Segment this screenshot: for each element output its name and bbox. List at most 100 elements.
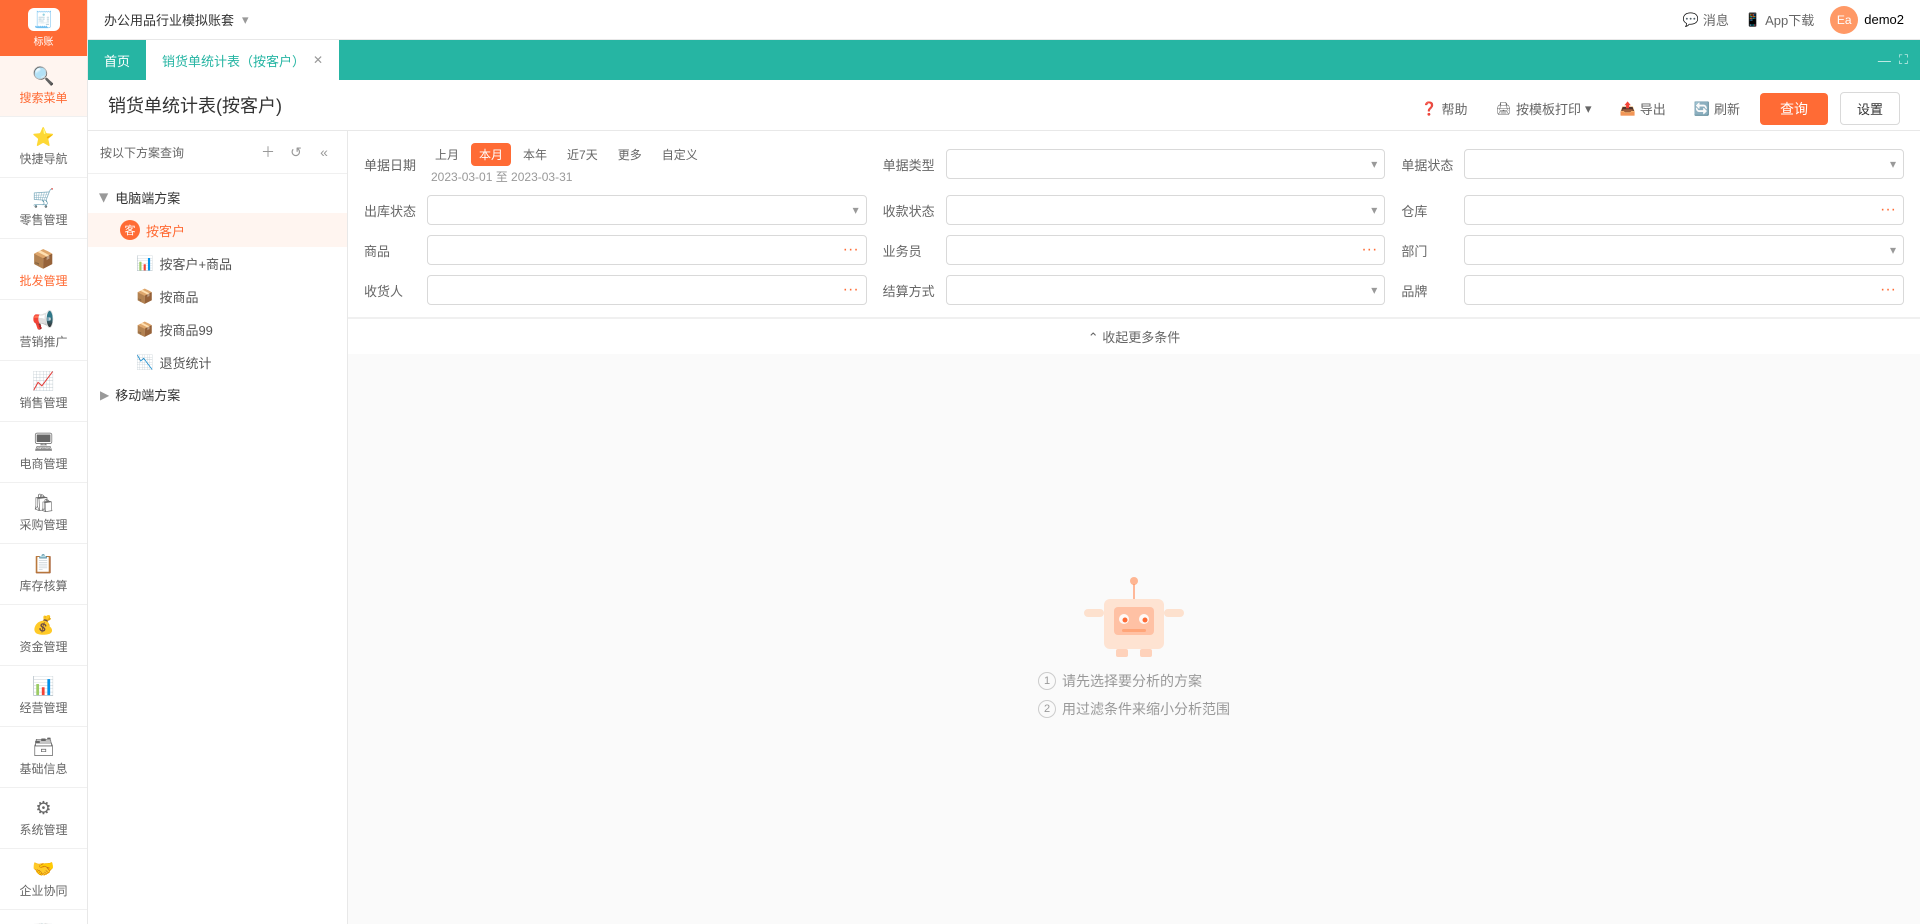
staff-input[interactable] xyxy=(946,235,1386,265)
staff-dots[interactable]: ··· xyxy=(1361,241,1377,259)
tree-group-mobile[interactable]: ▶ 移动端方案 xyxy=(88,379,347,410)
tree-item-return-stats[interactable]: 📉 退货统计 xyxy=(88,346,347,379)
sidebar-item-cooperation[interactable]: 🤝 企业协同 xyxy=(0,849,87,910)
brand-input[interactable] xyxy=(1464,275,1904,305)
add-scheme-btn[interactable]: ＋ xyxy=(257,141,279,163)
ecommerce-icon: 🖥 xyxy=(32,432,55,453)
user-avatar-area[interactable]: Ea demo2 xyxy=(1830,6,1904,34)
sidebar-item-ecommerce[interactable]: 🖥 电商管理 xyxy=(0,422,87,483)
date-tab-this-month[interactable]: 本月 xyxy=(471,143,511,166)
goods-dots[interactable]: ··· xyxy=(843,241,859,259)
print-icon: 🖨 xyxy=(1496,101,1513,117)
payment-status-select[interactable] xyxy=(946,195,1386,225)
download-icon: 📱 xyxy=(1745,12,1761,28)
receiver-dots[interactable]: ··· xyxy=(843,281,859,299)
settlement-wrapper xyxy=(946,275,1386,305)
minimize-icon[interactable]: — xyxy=(1878,53,1891,68)
retail-icon: 🛒 xyxy=(32,188,54,209)
warehouse-input[interactable] xyxy=(1464,195,1904,225)
empty-illustration xyxy=(1074,559,1194,659)
tab-close-icon[interactable]: ✕ xyxy=(313,53,323,67)
print-dropdown-icon: ▾ xyxy=(1585,101,1592,117)
sidebar-item-label: 零售管理 xyxy=(19,211,67,228)
app-download-btn[interactable]: 📱 App下载 xyxy=(1745,10,1814,29)
order-status-cell: 单据状态 xyxy=(1401,143,1904,185)
sidebar-item-inventory[interactable]: 📋 库存核算 xyxy=(0,544,87,605)
star-icon: ⭐ xyxy=(32,127,54,148)
out-status-wrapper xyxy=(427,195,867,225)
message-icon: 💬 xyxy=(1683,12,1699,28)
date-tab-last-month[interactable]: 上月 xyxy=(427,143,467,166)
sidebar-item-retail[interactable]: 🛒 零售管理 xyxy=(0,178,87,239)
sidebar-item-marketing[interactable]: 📢 营销推广 xyxy=(0,300,87,361)
receiver-input[interactable] xyxy=(427,275,867,305)
industry-dropdown-icon[interactable]: ▾ xyxy=(242,12,249,28)
filter-area: 单据日期 上月 本月 本年 近7天 更多 自定义 20 xyxy=(348,131,1920,318)
date-tab-this-year[interactable]: 本年 xyxy=(515,143,555,166)
receiver-cell: 收货人 ··· xyxy=(364,275,867,305)
sidebar-item-finance[interactable]: 💰 资金管理 xyxy=(0,605,87,666)
sidebar-item-basics[interactable]: 🗃 基础信息 xyxy=(0,727,87,788)
goods-input[interactable] xyxy=(427,235,867,265)
tree-item-by-customer[interactable]: 客 按客户 xyxy=(88,213,347,247)
date-range-text: 2023-03-01 至 2023-03-31 xyxy=(431,168,867,185)
out-status-select[interactable] xyxy=(427,195,867,225)
help-btn[interactable]: ❓ 帮助 xyxy=(1413,95,1475,122)
top-header: 办公用品行业模拟账套 ▾ 💬 消息 📱 App下载 Ea demo2 xyxy=(88,0,1920,40)
chart-icon: 📊 xyxy=(136,255,153,272)
sidebar-item-label: 采购管理 xyxy=(19,516,67,533)
sidebar: 🧾 标账 🔍 搜索菜单 ⭐ 快捷导航 🛒 零售管理 📦 批发管理 📢 营销推广 … xyxy=(0,0,88,924)
order-type-label: 单据类型 xyxy=(883,155,938,174)
tree-item-by-goods[interactable]: 📦 按商品 xyxy=(88,280,347,313)
help-icon: ❓ xyxy=(1421,101,1437,117)
refresh-icon: 🔄 xyxy=(1694,101,1710,117)
date-tab-7days[interactable]: 近7天 xyxy=(559,143,606,166)
export-icon: 📤 xyxy=(1620,101,1636,117)
query-button[interactable]: 查询 xyxy=(1760,93,1828,125)
tree-group-desktop[interactable]: ▶ 电脑端方案 xyxy=(88,182,347,213)
cooperation-icon: 🤝 xyxy=(32,859,54,880)
empty-tips: 1 请先选择要分析的方案 2 用过滤条件来缩小分析范围 xyxy=(1038,671,1230,719)
refresh-scheme-btn[interactable]: ↺ xyxy=(285,141,307,163)
order-status-select[interactable] xyxy=(1464,149,1904,179)
order-status-select-wrapper xyxy=(1464,149,1904,179)
collapse-bar[interactable]: ⌃ 收起更多条件 xyxy=(348,318,1920,354)
warehouse-dots[interactable]: ··· xyxy=(1880,201,1896,219)
sidebar-item-system[interactable]: ⚙ 系统管理 xyxy=(0,788,87,849)
sidebar-item-wholesale[interactable]: 📦 批发管理 xyxy=(0,239,87,300)
message-btn[interactable]: 💬 消息 xyxy=(1683,10,1729,29)
maximize-icon[interactable]: ⛶ xyxy=(1899,52,1908,68)
sidebar-item-label: 经营管理 xyxy=(19,699,67,716)
brand-dots[interactable]: ··· xyxy=(1880,281,1896,299)
sidebar-item-shortcuts[interactable]: ⭐ 快捷导航 xyxy=(0,117,87,178)
content-area: 1 请先选择要分析的方案 2 用过滤条件来缩小分析范围 xyxy=(348,354,1920,924)
sidebar-item-purchase[interactable]: 🛍 采购管理 xyxy=(0,483,87,544)
brand-label: 品牌 xyxy=(1401,281,1456,300)
order-type-select[interactable] xyxy=(946,149,1386,179)
marketing-icon: 📢 xyxy=(32,310,54,331)
sidebar-item-sales[interactable]: 📈 销售管理 xyxy=(0,361,87,422)
goods-label: 商品 xyxy=(364,241,419,260)
date-tab-custom[interactable]: 自定义 xyxy=(654,143,706,166)
template-print-btn[interactable]: 🖨 按模板打印 ▾ xyxy=(1488,95,1600,122)
settings-button[interactable]: 设置 xyxy=(1840,92,1900,125)
date-tab-more[interactable]: 更多 xyxy=(610,143,650,166)
tab-home[interactable]: 首页 xyxy=(88,40,146,80)
export-btn[interactable]: 📤 导出 xyxy=(1612,95,1674,122)
tree-item-by-customer-goods[interactable]: 📊 按客户+商品 xyxy=(88,247,347,280)
sidebar-item-operations[interactable]: 📊 经营管理 xyxy=(0,666,87,727)
sales-icon: 📈 xyxy=(32,371,54,392)
inventory-icon: 📋 xyxy=(32,554,54,575)
inner-layout: 按以下方案查询 ＋ ↺ « ▶ 电脑端方案 客 xyxy=(88,131,1920,924)
tab-sales-report[interactable]: 销货单统计表（按客户） ✕ xyxy=(146,40,339,80)
date-tabs: 上月 本月 本年 近7天 更多 自定义 xyxy=(427,143,867,166)
window-controls: — ⛶ xyxy=(1866,52,1920,68)
refresh-btn[interactable]: 🔄 刷新 xyxy=(1686,95,1748,122)
tree-item-by-goods-99[interactable]: 📦 按商品99 xyxy=(88,313,347,346)
dept-cell: 部门 xyxy=(1401,235,1904,265)
settlement-select[interactable] xyxy=(946,275,1386,305)
dept-select[interactable] xyxy=(1464,235,1904,265)
sidebar-item-search[interactable]: 🔍 搜索菜单 xyxy=(0,56,87,117)
sidebar-item-newbie[interactable]: 📖 新手引导 xyxy=(0,910,87,924)
collapse-panel-btn[interactable]: « xyxy=(313,141,335,163)
